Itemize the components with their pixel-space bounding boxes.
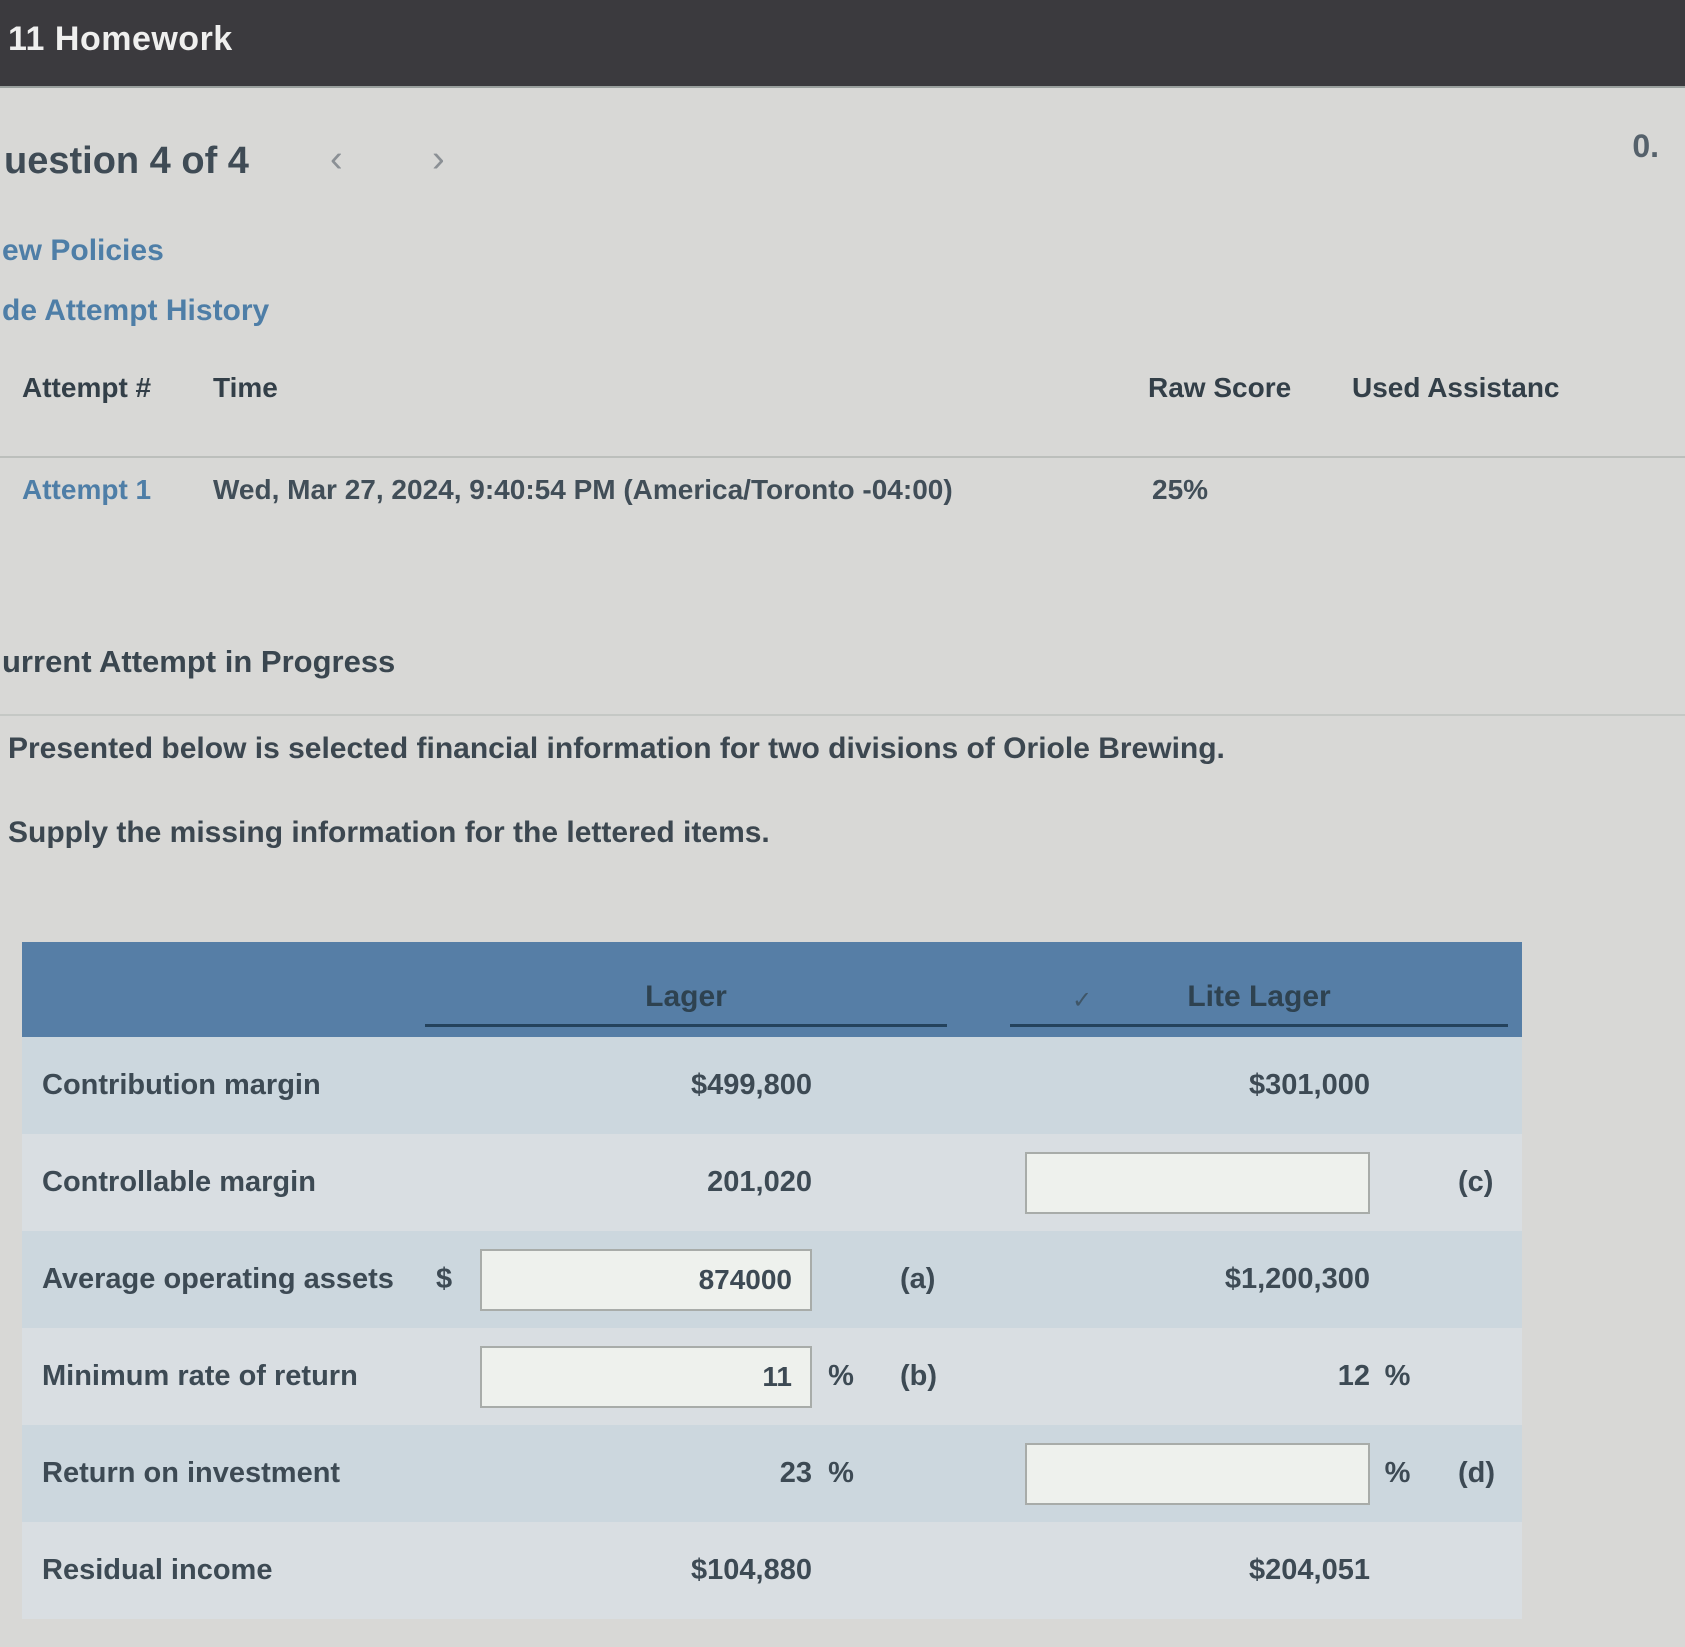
lite-contribution-margin-value: $301,000 [1249,1069,1370,1101]
question-counter: uestion 4 of 4 [4,140,249,182]
lager-contribution-margin-value: $499,800 [691,1069,812,1101]
table-row: Controllable margin 201,020 (c) [22,1134,1522,1231]
attempt-raw-score: 25% [1152,474,1209,505]
row-label: Contribution margin [42,1069,321,1101]
letter-b-label: (b) [900,1360,938,1392]
lager-residual-income-value: $104,880 [691,1554,812,1586]
question-intro-text: Presented below is selected financial in… [8,732,1225,765]
table-row: Residual income $104,880 $204,051 [22,1522,1522,1619]
question-instruction-text: Supply the missing information for the l… [8,816,770,849]
current-attempt-heading: urrent Attempt in Progress [2,644,396,679]
assignment-title: 11 Homework [8,20,233,58]
table-row: Minimum rate of return % (b) 12 % [22,1328,1522,1425]
average-operating-assets-lager-input[interactable] [480,1248,812,1311]
attempt-time: Wed, Mar 27, 2024, 9:40:54 PM (America/T… [213,474,953,505]
divider [0,714,1685,716]
column-header-lager: Lager [425,980,947,1027]
view-policies-link[interactable]: ew Policies [2,234,1685,268]
column-attempt: Attempt # [22,372,152,403]
lager-roi-value: 23 [779,1457,812,1489]
table-row: Contribution margin $499,800 $301,000 [22,1037,1522,1134]
table-row: Return on investment 23 % % (d) [22,1425,1522,1522]
chevron-right-icon: › [432,138,445,180]
minimum-rate-of-return-lager-input[interactable] [480,1345,812,1408]
table-row: Average operating assets $ (a) $1,200,30… [22,1231,1522,1328]
screen: 11 Homework uestion 4 of 4 ‹ › 0. ew Pol… [0,0,1685,1647]
row-label: Average operating assets [42,1263,394,1295]
hide-attempt-history-link[interactable]: de Attempt History [2,294,1685,328]
controllable-margin-lite-input[interactable] [1025,1151,1370,1214]
row-label: Controllable margin [42,1166,316,1198]
financial-table: Lager ✓ Lite Lager Contribution margin $… [22,942,1522,1619]
attempt-history-header: Attempt # Time Raw Score Used Assistanc [0,372,1685,414]
financial-table-header: Lager ✓ Lite Lager [22,942,1522,1037]
column-header-lite-lager: Lite Lager [1010,980,1508,1027]
prev-question-button[interactable]: ‹ [330,140,343,178]
percent-label: % [1384,1457,1411,1489]
percent-label: % [828,1457,854,1489]
next-question-button[interactable]: › [432,140,445,178]
return-on-investment-lite-input[interactable] [1025,1442,1370,1505]
column-time: Time [213,372,278,403]
attempt-1-link[interactable]: Attempt 1 [22,474,151,506]
question-nav: uestion 4 of 4 ‹ › 0. [0,88,1685,198]
question-score: 0. [1632,128,1659,164]
chevron-left-icon: ‹ [330,138,343,180]
app-header: 11 Homework [0,0,1685,88]
lite-residual-income-value: $204,051 [1249,1554,1370,1586]
percent-label: % [828,1360,854,1392]
row-label: Minimum rate of return [42,1360,358,1392]
row-label: Residual income [42,1554,273,1586]
lite-average-operating-assets-value: $1,200,300 [1224,1263,1370,1295]
dollar-sign-label: $ [436,1263,453,1295]
attempt-history-row: Attempt 1 Wed, Mar 27, 2024, 9:40:54 PM … [0,474,1685,516]
letter-c-label: (c) [1458,1166,1494,1198]
lager-controllable-margin-value: 201,020 [707,1166,812,1198]
row-label: Return on investment [42,1457,341,1489]
column-used-assistance: Used Assistanc [1352,372,1560,403]
column-raw-score: Raw Score [1148,372,1292,403]
letter-d-label: (d) [1458,1457,1496,1489]
letter-a-label: (a) [900,1263,936,1295]
lite-minimum-rate-value: 12 [1337,1360,1370,1392]
divider [0,456,1685,458]
percent-label: % [1384,1360,1411,1392]
